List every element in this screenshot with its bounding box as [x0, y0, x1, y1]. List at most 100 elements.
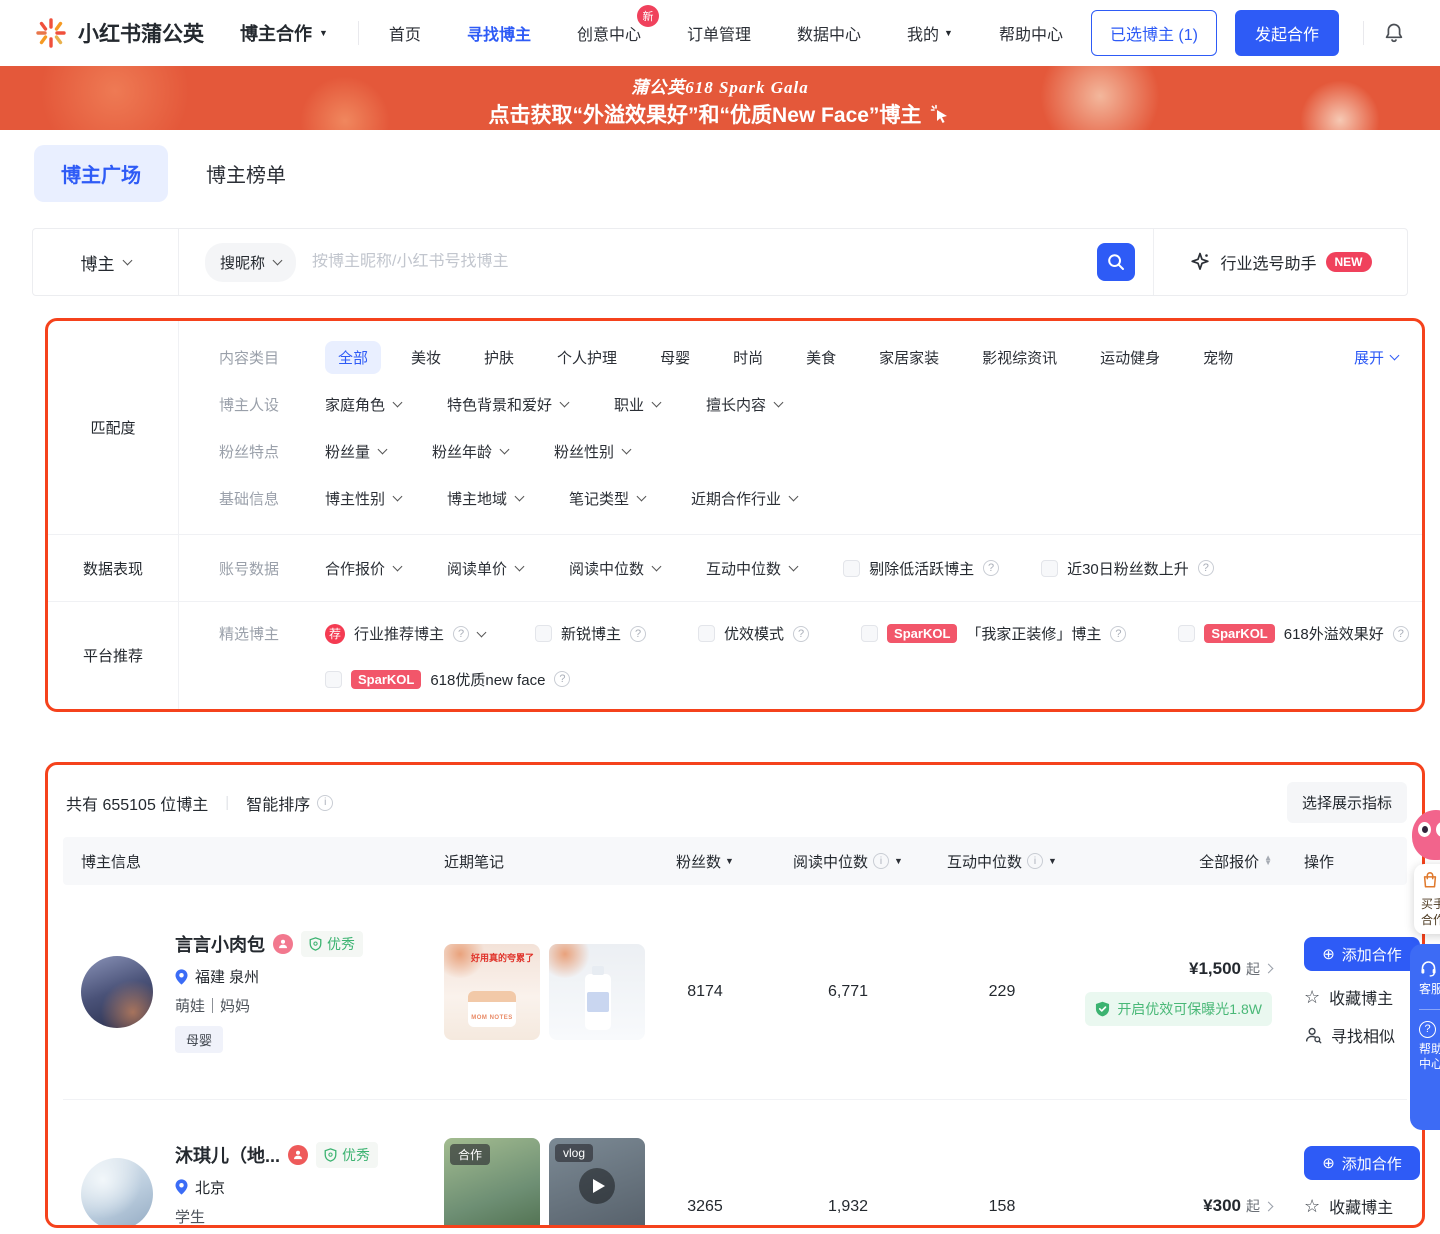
category-pill[interactable]: 运动健身	[1087, 341, 1173, 374]
checkbox[interactable]	[535, 625, 552, 642]
expand-button[interactable]: 展开	[1354, 347, 1398, 368]
checkbox-new-blogger[interactable]: 新锐博主 ?	[535, 623, 646, 644]
search-button[interactable]	[1097, 243, 1135, 281]
category-pill[interactable]: 美食	[793, 341, 849, 374]
help-icon[interactable]: ?	[1393, 626, 1409, 642]
checkbox-sparkol-renovating[interactable]: SparKOL 「我家正装修」博主 ?	[861, 623, 1126, 644]
nav-item-mine[interactable]: 我的 ▼	[907, 21, 953, 45]
checkbox-fans-rising[interactable]: 近30日粉丝数上升 ?	[1041, 558, 1214, 579]
find-similar-button[interactable]: 寻找相似	[1304, 1023, 1395, 1047]
search-input[interactable]	[312, 253, 1097, 271]
filter-dropdown-industry-recommend[interactable]: 荐 行业推荐博主 ?	[325, 623, 485, 644]
nav-item-home[interactable]: 首页	[389, 21, 421, 45]
checkbox-youxiao-mode[interactable]: 优效模式 ?	[698, 623, 809, 644]
tab-blogger-plaza[interactable]: 博主广场	[34, 145, 168, 202]
checkbox-sparkol-newface[interactable]: SparKOL 618优质new face ?	[325, 669, 570, 690]
search-field-dropdown[interactable]: 搜昵称	[205, 243, 296, 282]
help-center-item[interactable]: ? 帮助中心	[1419, 1021, 1440, 1073]
lotion-bottle	[585, 974, 611, 1030]
col-engage-median-sort[interactable]: 互动中位数 i ▼	[932, 851, 1072, 872]
blogger-name[interactable]: 沐琪儿（地...	[175, 1142, 280, 1168]
nav-item-find-bloggers[interactable]: 寻找博主	[467, 21, 531, 45]
help-icon[interactable]: ?	[453, 626, 469, 642]
add-collab-button[interactable]: ⊕ 添加合作	[1304, 1146, 1420, 1180]
filter-dropdown-blogger-gender[interactable]: 博主性别	[325, 488, 401, 509]
blogger-name[interactable]: 言言小肉包	[175, 931, 265, 957]
help-icon[interactable]: ?	[983, 560, 999, 576]
checkbox[interactable]	[325, 671, 342, 688]
favorite-blogger-button[interactable]: ☆ 收藏博主	[1304, 1194, 1393, 1218]
buyer-collab-widget[interactable]: 买手合作	[1414, 864, 1440, 934]
price-link[interactable]: ¥1,500 起	[1189, 959, 1272, 979]
filter-dropdown-content[interactable]: 擅长内容	[706, 394, 782, 415]
bell-icon[interactable]	[1382, 21, 1406, 45]
start-collab-button[interactable]: 发起合作	[1235, 10, 1339, 56]
filter-dropdown-engage-median[interactable]: 互动中位数	[706, 558, 797, 579]
selected-bloggers-button[interactable]: 已选博主 (1)	[1091, 10, 1217, 56]
display-metrics-button[interactable]: 选择展示指标	[1287, 782, 1407, 823]
help-icon[interactable]: ?	[793, 626, 809, 642]
nav-item-orders[interactable]: 订单管理	[687, 21, 751, 45]
industry-assistant-link[interactable]: 行业选号助手 NEW	[1153, 229, 1407, 295]
category-pill-all[interactable]: 全部	[325, 341, 381, 374]
col-fans-sort[interactable]: 粉丝数 ▼	[646, 851, 764, 872]
help-icon[interactable]: ?	[630, 626, 646, 642]
search-scope-dropdown[interactable]: 博主	[33, 229, 179, 295]
category-pill[interactable]: 母婴	[647, 341, 703, 374]
filter-dropdown-read-unit-price[interactable]: 阅读单价	[447, 558, 523, 579]
service-panel[interactable]: 客服 ? 帮助中心	[1410, 944, 1440, 1130]
checkbox[interactable]	[843, 560, 860, 577]
checkbox[interactable]	[698, 625, 715, 642]
checkbox-sparkol-spillover[interactable]: SparKOL 618外溢效果好 ?	[1178, 623, 1408, 644]
category-pill[interactable]: 宠物	[1190, 341, 1246, 374]
favorite-blogger-button[interactable]: ☆ 收藏博主	[1304, 985, 1393, 1009]
add-collab-button[interactable]: ⊕ 添加合作	[1304, 937, 1420, 971]
nav-item-data-center[interactable]: 数据中心	[797, 21, 861, 45]
category-pill[interactable]: 影视综资讯	[969, 341, 1070, 374]
checkbox-remove-inactive[interactable]: 剔除低活跃博主 ?	[843, 558, 999, 579]
note-thumbnail[interactable]	[549, 944, 645, 1040]
avatar[interactable]	[81, 956, 153, 1028]
filter-dropdown-blogger-region[interactable]: 博主地域	[447, 488, 523, 509]
avatar[interactable]	[81, 1158, 153, 1228]
filter-dropdown-fan-age[interactable]: 粉丝年龄	[432, 441, 508, 462]
info-icon[interactable]: i	[317, 795, 333, 811]
category-pill[interactable]: 家居家装	[866, 341, 952, 374]
checkbox[interactable]	[1178, 625, 1195, 642]
info-icon[interactable]: i	[873, 853, 889, 869]
note-thumbnail[interactable]: 合作	[444, 1138, 540, 1228]
brand-logo[interactable]: 小红书蒲公英	[34, 16, 204, 50]
note-thumbnail[interactable]: 好用真的夸累了 MOM NOTES	[444, 944, 540, 1040]
filter-dropdown-recent-industry[interactable]: 近期合作行业	[691, 488, 797, 509]
col-price-sort[interactable]: 全部报价 ▲▼	[1072, 851, 1282, 872]
category-pill[interactable]: 美妆	[398, 341, 454, 374]
category-pill[interactable]: 时尚	[720, 341, 776, 374]
help-icon[interactable]: ?	[1198, 560, 1214, 576]
category-pill[interactable]: 个人护理	[544, 341, 630, 374]
category-pill[interactable]: 护肤	[471, 341, 527, 374]
smart-sort[interactable]: 智能排序 i	[246, 791, 333, 815]
price-link[interactable]: ¥300 起	[1203, 1196, 1272, 1216]
filter-dropdown-background[interactable]: 特色背景和爱好	[447, 394, 568, 415]
filter-dropdown-fan-count[interactable]: 粉丝量	[325, 441, 386, 462]
help-icon[interactable]: ?	[1110, 626, 1126, 642]
nav-item-creative-center[interactable]: 创意中心 新	[577, 21, 641, 45]
filter-dropdown-family-role[interactable]: 家庭角色	[325, 394, 401, 415]
checkbox[interactable]	[861, 625, 878, 642]
campaign-banner[interactable]: 蒲公英618 Spark Gala 点击获取“外溢效果好”和“优质New Fac…	[0, 66, 1440, 130]
tab-blogger-ranking[interactable]: 博主榜单	[206, 159, 286, 188]
checkbox[interactable]	[1041, 560, 1058, 577]
product-menu[interactable]: 博主合作 ▼	[240, 20, 328, 46]
filter-dropdown-occupation[interactable]: 职业	[614, 394, 660, 415]
help-icon[interactable]: ?	[554, 671, 570, 687]
info-icon[interactable]: i	[1027, 853, 1043, 869]
customer-service-item[interactable]: 客服	[1419, 959, 1440, 998]
col-read-median-sort[interactable]: 阅读中位数 i ▼	[764, 851, 932, 872]
nav-item-help-center[interactable]: 帮助中心	[999, 21, 1063, 45]
filter-dropdown-fan-gender[interactable]: 粉丝性别	[554, 441, 630, 462]
filter-dropdown-note-type[interactable]: 笔记类型	[569, 488, 645, 509]
filter-dropdown-collab-price[interactable]: 合作报价	[325, 558, 401, 579]
nav-divider	[358, 21, 359, 45]
filter-dropdown-read-median[interactable]: 阅读中位数	[569, 558, 660, 579]
note-thumbnail[interactable]: vlog	[549, 1138, 645, 1228]
